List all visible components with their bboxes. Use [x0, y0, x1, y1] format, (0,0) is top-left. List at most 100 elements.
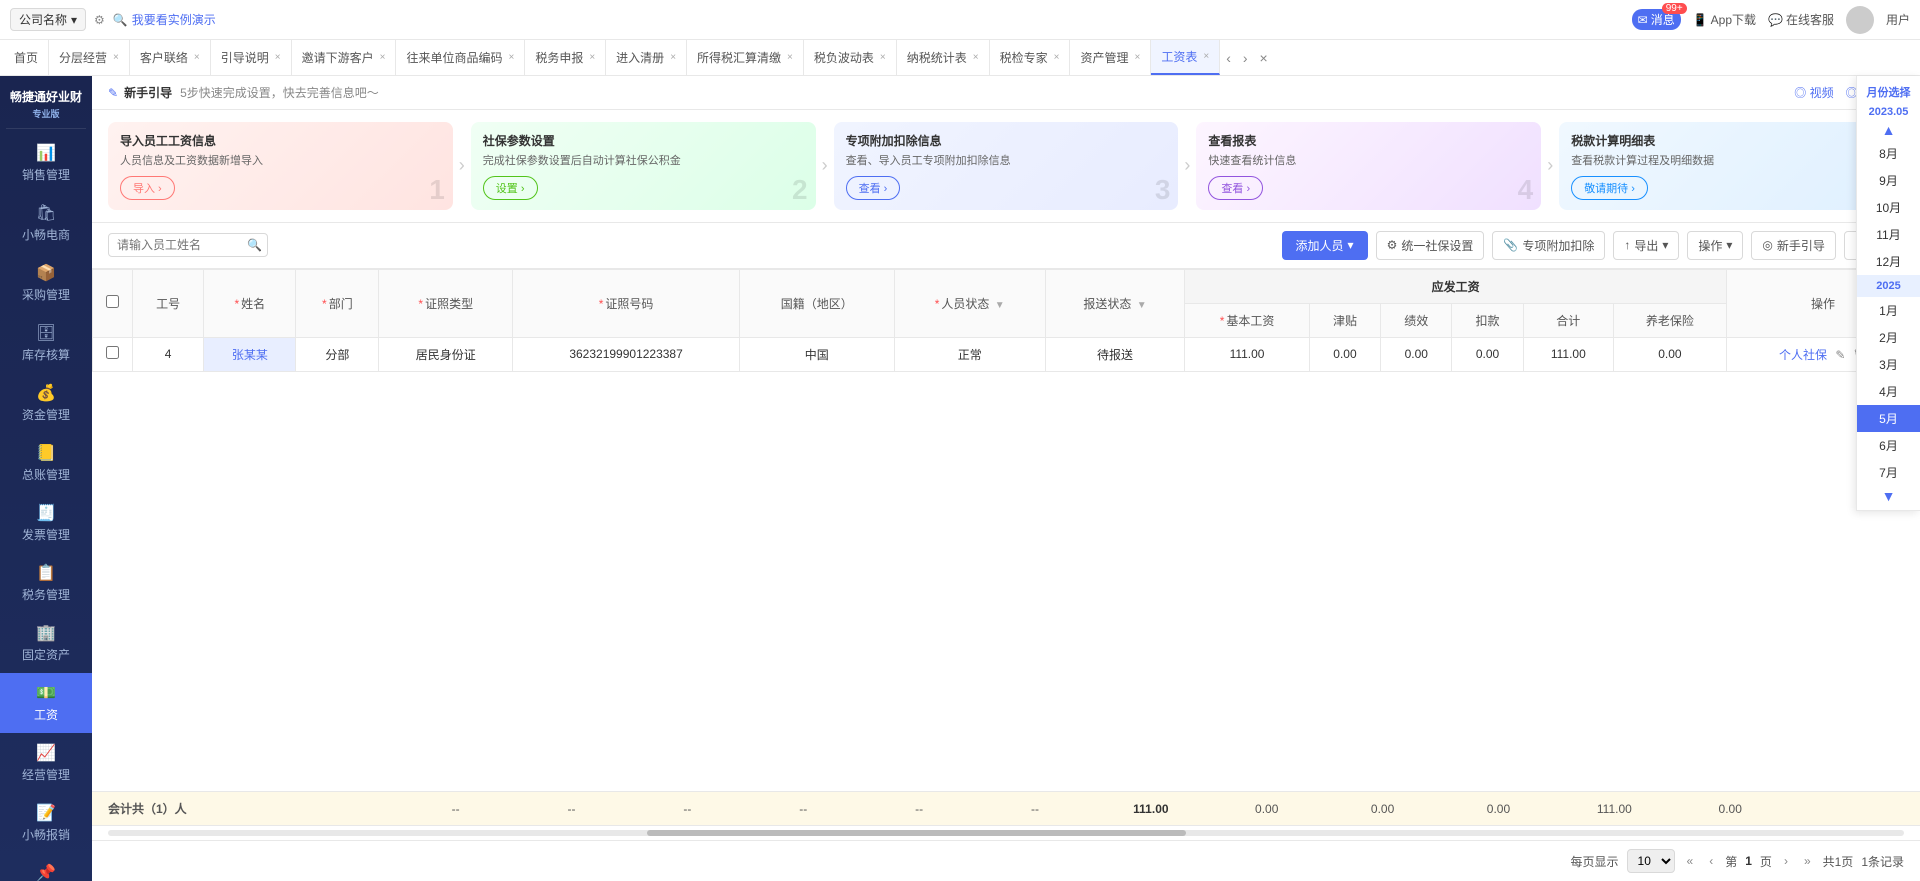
sidebar-item-finance[interactable]: 💰 资金管理: [0, 373, 92, 433]
message-button[interactable]: ✉ 消息 99+: [1632, 9, 1681, 30]
tab-home[interactable]: 首页: [4, 40, 49, 75]
step-2-btn[interactable]: 设置 ›: [483, 176, 538, 200]
step-3-btn[interactable]: 查看 ›: [846, 176, 901, 200]
step-4-btn[interactable]: 查看 ›: [1208, 176, 1263, 200]
table-container: 工号 *姓名 *部门 *证照类型 *证照号码 国籍（地区） *人员状态 ▼ 报送…: [92, 269, 1920, 792]
row-checkbox[interactable]: [106, 346, 119, 359]
sidebar-item-ecommerce[interactable]: 🛍 小畅电商: [0, 193, 92, 253]
last-page-btn[interactable]: »: [1800, 854, 1815, 868]
avatar[interactable]: [1846, 6, 1874, 34]
month-item-1[interactable]: 1月: [1857, 297, 1920, 324]
footer-sep-1: --: [398, 802, 514, 816]
tab-scroll-left[interactable]: ‹: [1220, 50, 1237, 66]
tab-salary-close[interactable]: ×: [1203, 51, 1209, 62]
sidebar-item-operations[interactable]: 📈 经营管理: [0, 733, 92, 793]
op-edit-icon[interactable]: ✎: [1835, 348, 1845, 362]
tab-taxcalc-close[interactable]: ×: [787, 52, 793, 63]
tab-guide[interactable]: 引导说明 ×: [211, 40, 292, 75]
tab-unitcode[interactable]: 往来单位商品编码 ×: [396, 40, 525, 75]
company-selector[interactable]: 公司名称 ▾: [10, 8, 86, 31]
step-2-num: 2: [792, 174, 808, 206]
tab-unitcode-close[interactable]: ×: [508, 52, 514, 63]
th-performance: 绩效: [1381, 303, 1452, 337]
month-item-12[interactable]: 12月: [1857, 248, 1920, 275]
tab-scroll-right[interactable]: ›: [1237, 50, 1254, 66]
month-item-3[interactable]: 3月: [1857, 351, 1920, 378]
tab-taxstat[interactable]: 纳税统计表 ×: [897, 40, 990, 75]
new-guide-button[interactable]: ◎ 新手引导: [1751, 231, 1836, 260]
month-item-9[interactable]: 9月: [1857, 167, 1920, 194]
month-item-5[interactable]: 5月: [1857, 405, 1920, 432]
month-item-11[interactable]: 11月: [1857, 221, 1920, 248]
tab-taxexempt[interactable]: 税负波动表 ×: [804, 40, 897, 75]
tab-taxexempt-close[interactable]: ×: [880, 52, 886, 63]
tab-layered-close[interactable]: ×: [113, 52, 119, 63]
tab-taxcalc[interactable]: 所得税汇算清缴 ×: [687, 40, 804, 75]
guide-video-link[interactable]: ◎ 视频: [1794, 84, 1833, 101]
month-down-btn[interactable]: ▼: [1880, 486, 1898, 506]
horizontal-scrollbar-track[interactable]: [108, 830, 1904, 836]
app-download-link[interactable]: 📱 App下载: [1693, 11, 1756, 28]
step-5-title: 税款计算明细表: [1571, 132, 1892, 149]
sidebar-item-ledger[interactable]: 📒 总账管理: [0, 433, 92, 493]
sidebar-item-assets[interactable]: 🏢 固定资产: [0, 613, 92, 673]
month-item-10[interactable]: 10月: [1857, 194, 1920, 221]
next-page-btn[interactable]: ›: [1780, 854, 1792, 868]
month-up-btn[interactable]: ▲: [1880, 120, 1898, 140]
tab-assetmgr-close[interactable]: ×: [1134, 52, 1140, 63]
first-page-btn[interactable]: «: [1683, 854, 1698, 868]
step-1-btn[interactable]: 导入 ›: [120, 176, 175, 200]
month-item-7[interactable]: 7月: [1857, 459, 1920, 486]
prev-page-btn[interactable]: ‹: [1705, 854, 1717, 868]
month-item-2[interactable]: 2月: [1857, 324, 1920, 351]
footer-performance: 0.00: [1325, 802, 1441, 816]
tab-salary[interactable]: 工资表 ×: [1151, 40, 1220, 75]
op-personal-social-link[interactable]: 个人社保: [1779, 348, 1827, 362]
tab-invite[interactable]: 邀请下游客户 ×: [292, 40, 397, 75]
special-deduction-button[interactable]: 📎 专项附加扣除: [1492, 231, 1605, 260]
step-5-btn[interactable]: 敬请期待 ›: [1571, 176, 1648, 200]
tab-layered[interactable]: 分层经营 ×: [49, 40, 130, 75]
unified-settings-button[interactable]: ⚙ 统一社保设置: [1376, 231, 1485, 260]
sidebar-item-inventory[interactable]: 🗄 库存核算: [0, 313, 92, 373]
month-item-6[interactable]: 6月: [1857, 432, 1920, 459]
month-item-4[interactable]: 4月: [1857, 378, 1920, 405]
page-size-select[interactable]: 10 20 50: [1627, 849, 1675, 873]
step-arrow-4: ›: [1541, 155, 1559, 176]
tab-customer[interactable]: 客户联络 ×: [130, 40, 211, 75]
operations-button[interactable]: 操作 ▾: [1687, 231, 1743, 260]
tab-clearbook[interactable]: 进入清册 ×: [606, 40, 687, 75]
horizontal-scrollbar-thumb[interactable]: [647, 830, 1186, 836]
reportstatus-filter-icon[interactable]: ▼: [1137, 300, 1147, 311]
tab-taxexpert[interactable]: 税检专家 ×: [990, 40, 1071, 75]
tab-invite-close[interactable]: ×: [380, 52, 386, 63]
month-item-8[interactable]: 8月: [1857, 140, 1920, 167]
tab-clearbook-close[interactable]: ×: [670, 52, 676, 63]
tab-taxstat-close[interactable]: ×: [973, 52, 979, 63]
tab-taxdecl-close[interactable]: ×: [589, 52, 595, 63]
add-employee-button[interactable]: 添加人员 ▾: [1282, 231, 1368, 260]
sidebar-item-invoice[interactable]: 🧾 发票管理: [0, 493, 92, 553]
tab-assetmgr[interactable]: 资产管理 ×: [1070, 40, 1151, 75]
settings-icon[interactable]: ⚙: [94, 13, 105, 27]
tab-taxdecl[interactable]: 税务申报 ×: [525, 40, 606, 75]
search-input[interactable]: [117, 238, 247, 252]
tab-customer-close[interactable]: ×: [194, 52, 200, 63]
select-all-checkbox[interactable]: [106, 295, 119, 308]
online-service-link[interactable]: 💬 在线客服: [1768, 11, 1834, 28]
sidebar-item-purchase[interactable]: 📦 采购管理: [0, 253, 92, 313]
sidebar-item-basics[interactable]: 📌 基础信息: [0, 853, 92, 881]
tab-guide-close[interactable]: ×: [275, 52, 281, 63]
status-filter-icon[interactable]: ▼: [995, 300, 1005, 311]
demo-search[interactable]: 🔍 我要看实例演示: [113, 11, 216, 28]
export-button[interactable]: ↑ 导出 ▾: [1613, 231, 1679, 260]
tab-taxexpert-close[interactable]: ×: [1054, 52, 1060, 63]
footer-basicsalary: 111.00: [1093, 802, 1209, 816]
tab-close-all[interactable]: ×: [1254, 50, 1274, 66]
sidebar-item-salary[interactable]: 💵 工资: [0, 673, 92, 733]
footer-allowance: 0.00: [1209, 802, 1325, 816]
sidebar-item-sales[interactable]: 📊 销售管理: [0, 133, 92, 193]
search-icon[interactable]: 🔍: [247, 238, 262, 252]
sidebar-item-marketing[interactable]: 📝 小畅报销: [0, 793, 92, 853]
sidebar-item-tax[interactable]: 📋 税务管理: [0, 553, 92, 613]
